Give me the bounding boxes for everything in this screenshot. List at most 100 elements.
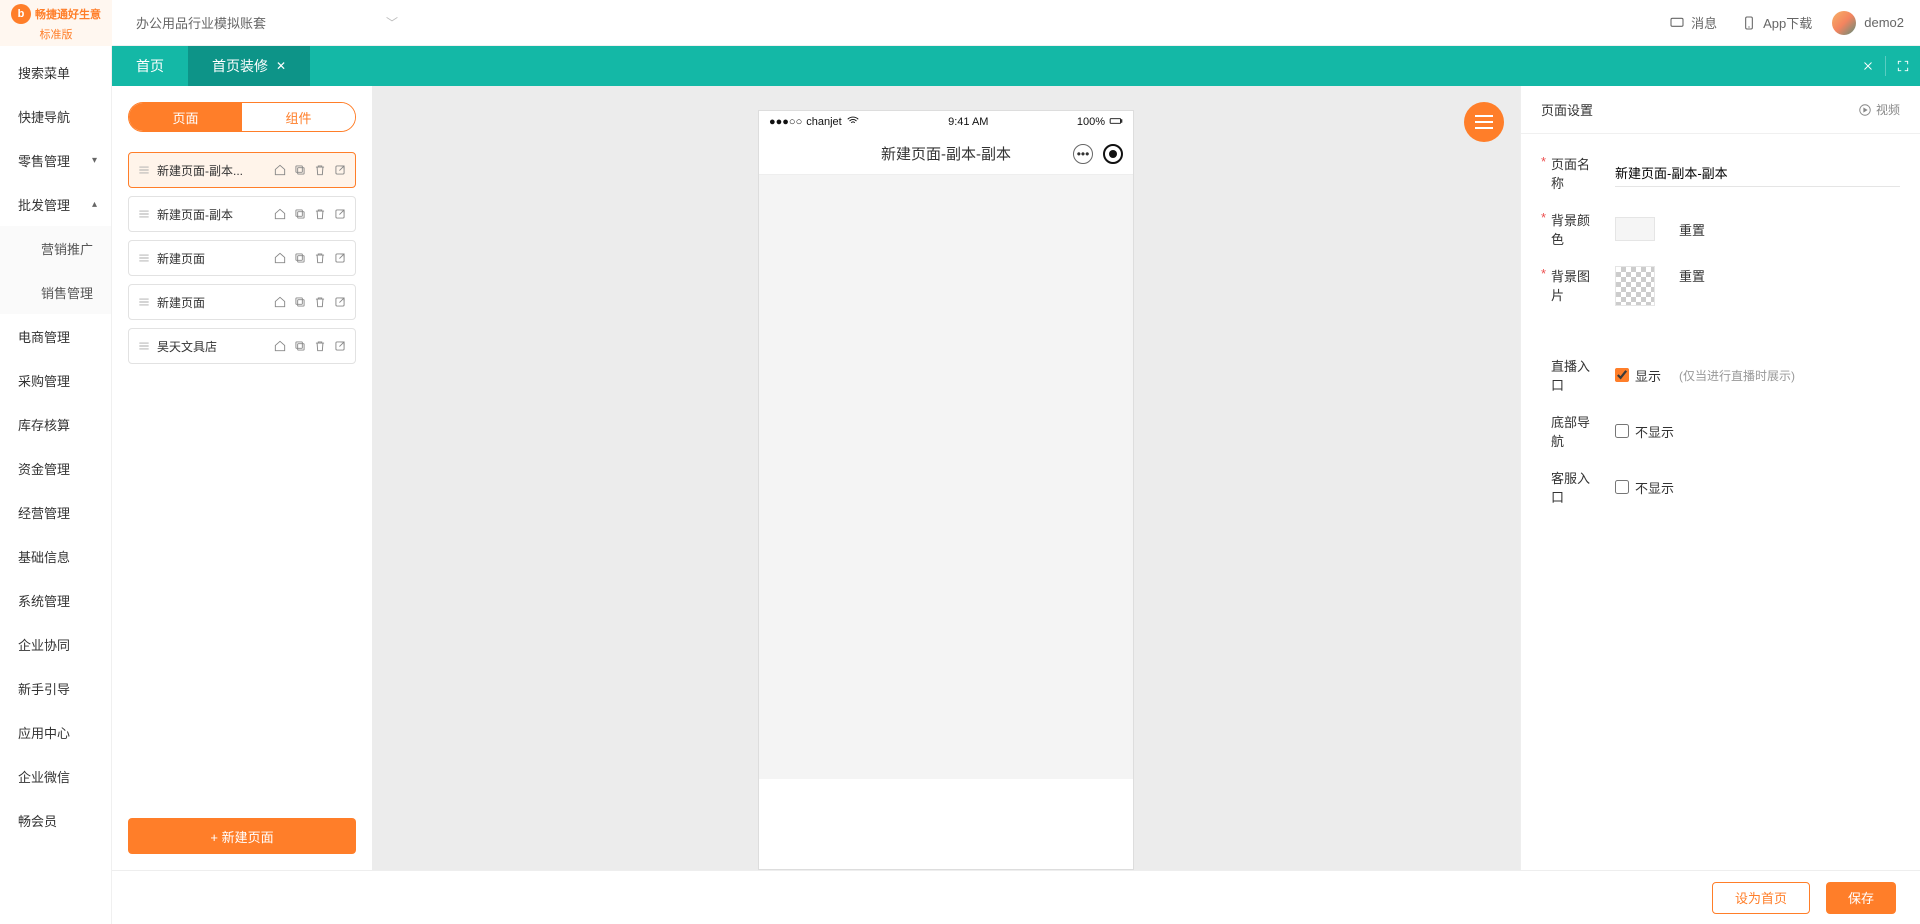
share-icon[interactable] xyxy=(333,251,347,265)
page-row-4[interactable]: 昊天文具店 xyxy=(128,328,356,364)
home-icon[interactable] xyxy=(273,207,287,221)
add-page-button[interactable]: + 新建页面 xyxy=(128,818,356,854)
phone-page-title: 新建页面-副本-副本 xyxy=(881,143,1011,164)
messages-link[interactable]: 消息 xyxy=(1669,13,1717,32)
chevron-up-icon: ▴ xyxy=(92,199,97,210)
page-row-3[interactable]: 新建页面 xyxy=(128,284,356,320)
footer: 设为首页 保存 xyxy=(112,870,1920,924)
copy-icon[interactable] xyxy=(293,295,307,309)
canvas: ●●●○○ chanjet 9:41 AM 100% xyxy=(372,86,1520,870)
video-help-link[interactable]: 视频 xyxy=(1858,101,1900,118)
delete-icon[interactable] xyxy=(313,207,327,221)
hamburger-icon xyxy=(1475,121,1493,123)
close-tab-icon[interactable]: ✕ xyxy=(276,59,286,73)
sidebar-item-0[interactable]: 搜索菜单 xyxy=(0,50,111,94)
share-icon[interactable] xyxy=(333,295,347,309)
share-icon[interactable] xyxy=(333,339,347,353)
sidebar: 搜索菜单快捷导航零售管理▾批发管理▴营销推广销售管理电商管理采购管理库存核算资金… xyxy=(0,46,112,924)
sidebar-item-6[interactable]: 库存核算 xyxy=(0,402,111,446)
sidebar-item-10[interactable]: 系统管理 xyxy=(0,578,111,622)
topbar: b 畅捷通好生意 标准版 办公用品行业模拟账套 ﹀ 消息 App下载 demo2 xyxy=(0,0,1920,46)
close-all-icon[interactable] xyxy=(1851,46,1885,86)
delete-icon[interactable] xyxy=(313,339,327,353)
drag-icon[interactable] xyxy=(137,251,151,265)
tab-bar: 首页 首页装修 ✕ xyxy=(112,46,1920,86)
sidebar-item-7[interactable]: 资金管理 xyxy=(0,446,111,490)
segment-control: 页面 组件 xyxy=(128,102,356,132)
share-icon[interactable] xyxy=(333,163,347,177)
drag-icon[interactable] xyxy=(137,295,151,309)
delete-icon[interactable] xyxy=(313,251,327,265)
settings-panel: 页面设置 视频 页面名称 背景颜色 xyxy=(1520,86,1920,870)
sidebar-item-1[interactable]: 快捷导航 xyxy=(0,94,111,138)
label-bottom-nav: 底部导航 xyxy=(1541,412,1601,450)
page-name-input[interactable] xyxy=(1615,159,1900,187)
battery-text: 100% xyxy=(1077,116,1105,128)
tab-decorate[interactable]: 首页装修 ✕ xyxy=(188,46,310,86)
sidebar-subitem-3-1[interactable]: 销售管理 xyxy=(0,270,111,314)
drag-icon[interactable] xyxy=(137,163,151,177)
sidebar-item-4[interactable]: 电商管理 xyxy=(0,314,111,358)
username[interactable]: demo2 xyxy=(1864,15,1904,30)
sidebar-item-3[interactable]: 批发管理▴ xyxy=(0,182,111,226)
message-icon xyxy=(1669,15,1685,31)
save-button[interactable]: 保存 xyxy=(1826,882,1896,914)
segment-component[interactable]: 组件 xyxy=(242,103,355,131)
sidebar-item-8[interactable]: 经营管理 xyxy=(0,490,111,534)
delete-icon[interactable] xyxy=(313,295,327,309)
sidebar-subitem-3-0[interactable]: 营销推广 xyxy=(0,226,111,270)
sidebar-item-11[interactable]: 企业协同 xyxy=(0,622,111,666)
settings-title: 页面设置 xyxy=(1541,100,1593,119)
home-icon[interactable] xyxy=(273,295,287,309)
copy-icon[interactable] xyxy=(293,339,307,353)
account-set-selector[interactable]: 办公用品行业模拟账套 ﹀ xyxy=(136,13,398,32)
sidebar-item-2[interactable]: 零售管理▾ xyxy=(0,138,111,182)
drag-icon[interactable] xyxy=(137,207,151,221)
signal-icon: ●●●○○ xyxy=(769,116,802,128)
delete-icon[interactable] xyxy=(313,163,327,177)
sidebar-item-13[interactable]: 应用中心 xyxy=(0,710,111,754)
home-icon[interactable] xyxy=(273,339,287,353)
label-live-entry: 直播入口 xyxy=(1541,356,1601,394)
home-icon[interactable] xyxy=(273,163,287,177)
menu-fab[interactable] xyxy=(1464,102,1504,142)
bg-image-reset[interactable]: 重置 xyxy=(1679,266,1705,285)
bg-image-picker[interactable] xyxy=(1615,266,1655,306)
more-icon[interactable]: ••• xyxy=(1073,144,1093,164)
share-icon[interactable] xyxy=(333,207,347,221)
sidebar-item-5[interactable]: 采购管理 xyxy=(0,358,111,402)
page-name: 新建页面 xyxy=(157,294,267,311)
chevron-down-icon: ▾ xyxy=(92,155,97,166)
copy-icon[interactable] xyxy=(293,163,307,177)
app-download-link[interactable]: App下载 xyxy=(1741,13,1812,32)
phone-body[interactable] xyxy=(759,175,1133,779)
drag-icon[interactable] xyxy=(137,339,151,353)
tab-home[interactable]: 首页 xyxy=(112,46,188,86)
copy-icon[interactable] xyxy=(293,207,307,221)
home-icon[interactable] xyxy=(273,251,287,265)
page-name: 新建页面-副本 xyxy=(157,206,267,223)
bottom-nav-checkbox[interactable]: 不显示 xyxy=(1615,422,1674,441)
copy-icon[interactable] xyxy=(293,251,307,265)
label-service-entry: 客服入口 xyxy=(1541,468,1601,506)
live-entry-hint: (仅当进行直播时展示) xyxy=(1679,367,1795,384)
phone-header: 新建页面-副本-副本 ••• xyxy=(759,133,1133,175)
target-icon[interactable] xyxy=(1103,144,1123,164)
bg-color-reset[interactable]: 重置 xyxy=(1679,220,1705,239)
segment-page[interactable]: 页面 xyxy=(129,103,242,131)
account-set-name: 办公用品行业模拟账套 xyxy=(136,13,266,32)
page-row-1[interactable]: 新建页面-副本 xyxy=(128,196,356,232)
sidebar-item-15[interactable]: 畅会员 xyxy=(0,798,111,842)
service-entry-checkbox[interactable]: 不显示 xyxy=(1615,478,1674,497)
set-home-button[interactable]: 设为首页 xyxy=(1712,882,1810,914)
live-entry-checkbox[interactable]: 显示 xyxy=(1615,366,1661,385)
sidebar-item-14[interactable]: 企业微信 xyxy=(0,754,111,798)
page-row-0[interactable]: 新建页面-副本... xyxy=(128,152,356,188)
page-row-2[interactable]: 新建页面 xyxy=(128,240,356,276)
phone-status-bar: ●●●○○ chanjet 9:41 AM 100% xyxy=(759,111,1133,133)
fullscreen-icon[interactable] xyxy=(1886,46,1920,86)
avatar[interactable] xyxy=(1832,11,1856,35)
sidebar-item-9[interactable]: 基础信息 xyxy=(0,534,111,578)
bg-color-swatch[interactable] xyxy=(1615,217,1655,241)
sidebar-item-12[interactable]: 新手引导 xyxy=(0,666,111,710)
